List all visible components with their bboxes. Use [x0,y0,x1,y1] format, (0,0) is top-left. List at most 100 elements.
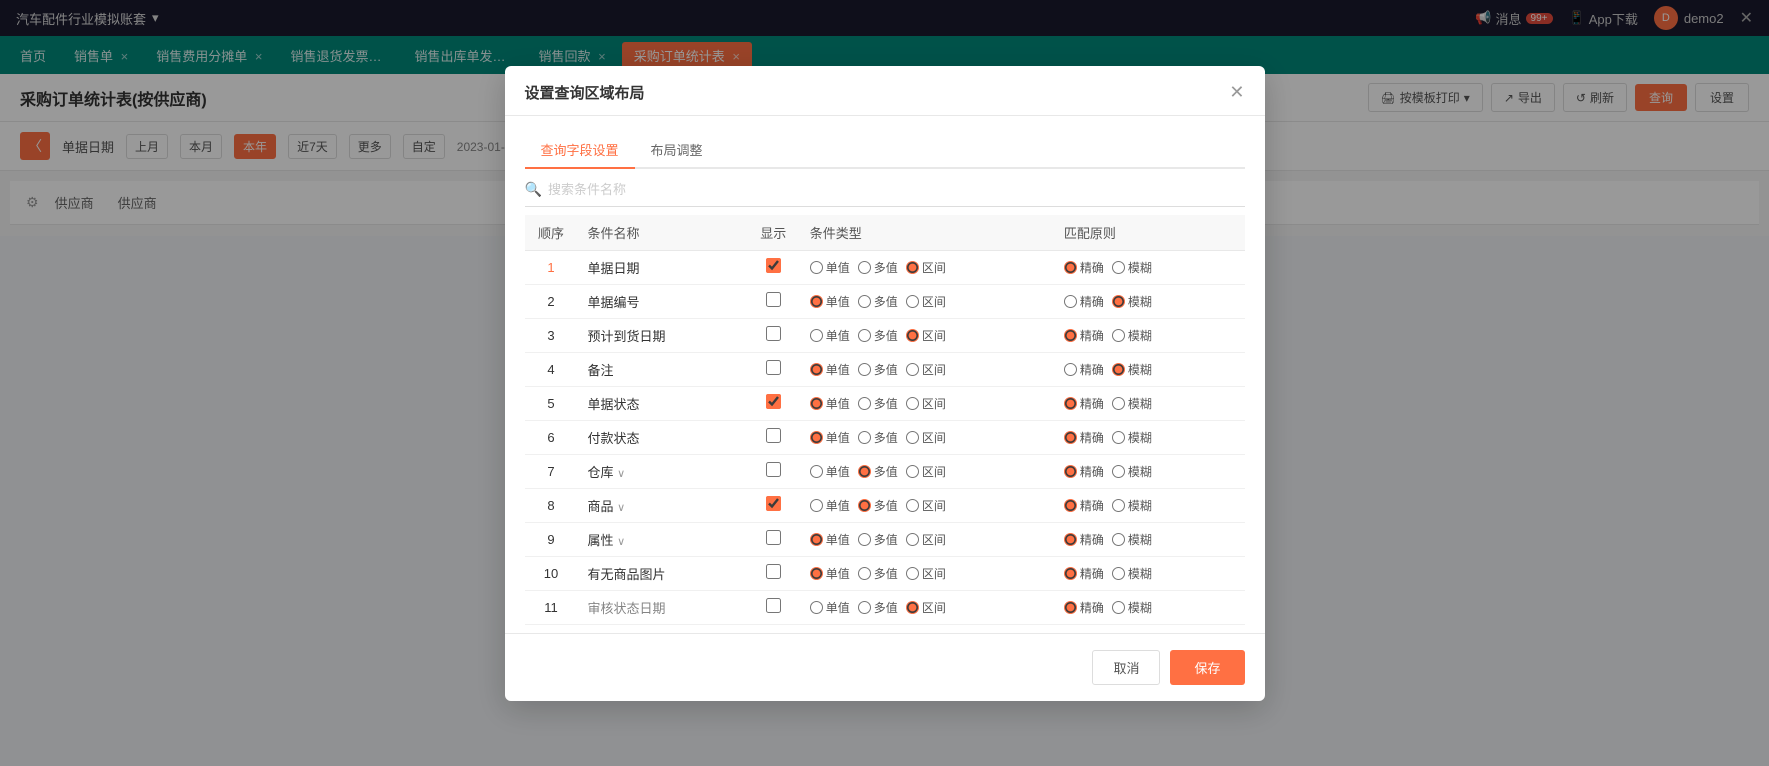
cond-type-multi-radio[interactable] [858,431,871,444]
cond-type-multi-label[interactable]: 多值 [858,327,898,344]
cond-type-range-radio[interactable] [906,295,919,308]
match-fuzzy-radio[interactable] [1112,465,1125,478]
match-fuzzy-label[interactable]: 模糊 [1112,327,1152,344]
cond-type-single-label[interactable]: 单值 [810,259,850,276]
match-exact-radio[interactable] [1064,397,1077,410]
cond-type-single-radio[interactable] [810,261,823,274]
cond-type-multi-radio[interactable] [858,499,871,512]
match-fuzzy-radio[interactable] [1112,261,1125,274]
cond-type-multi-label[interactable]: 多值 [858,361,898,378]
cond-type-range-radio[interactable] [906,465,919,478]
cond-type-multi-radio[interactable] [858,465,871,478]
cond-type-single-label[interactable]: 单值 [810,565,850,582]
display-checkbox[interactable] [766,428,781,443]
cond-type-range-radio[interactable] [906,261,919,274]
cond-type-multi-label[interactable]: 多值 [858,531,898,548]
cond-type-single-radio[interactable] [810,397,823,410]
match-fuzzy-label[interactable]: 模糊 [1112,259,1152,276]
cond-type-single-label[interactable]: 单值 [810,599,850,616]
match-fuzzy-label[interactable]: 模糊 [1112,599,1152,616]
match-exact-radio[interactable] [1064,533,1077,546]
match-fuzzy-label[interactable]: 模糊 [1112,497,1152,514]
cond-type-multi-radio[interactable] [858,533,871,546]
match-fuzzy-label[interactable]: 模糊 [1112,531,1152,548]
match-exact-radio[interactable] [1064,329,1077,342]
match-fuzzy-radio[interactable] [1112,533,1125,546]
cond-type-single-label[interactable]: 单值 [810,463,850,480]
match-exact-radio[interactable] [1064,261,1077,274]
match-exact-radio[interactable] [1064,363,1077,376]
cond-type-single-label[interactable]: 单值 [810,361,850,378]
cond-type-range-label[interactable]: 区间 [906,429,946,446]
match-fuzzy-label[interactable]: 模糊 [1112,361,1152,378]
match-exact-label[interactable]: 精确 [1064,395,1104,412]
display-checkbox[interactable] [766,292,781,307]
cond-type-multi-radio[interactable] [858,397,871,410]
cond-type-single-radio[interactable] [810,295,823,308]
cond-type-single-radio[interactable] [810,465,823,478]
display-checkbox[interactable] [766,530,781,545]
match-exact-radio[interactable] [1064,601,1077,614]
cond-type-multi-radio[interactable] [858,295,871,308]
dialog-close-button[interactable]: ✕ [1229,83,1244,101]
cond-type-range-label[interactable]: 区间 [906,293,946,310]
match-fuzzy-radio[interactable] [1112,397,1125,410]
cond-type-multi-radio[interactable] [858,363,871,376]
cond-type-single-radio[interactable] [810,363,823,376]
cond-type-multi-label[interactable]: 多值 [858,395,898,412]
cond-type-range-radio[interactable] [906,567,919,580]
display-checkbox[interactable] [766,496,781,511]
display-checkbox[interactable] [766,598,781,613]
match-exact-radio[interactable] [1064,499,1077,512]
match-fuzzy-radio[interactable] [1112,295,1125,308]
match-fuzzy-radio[interactable] [1112,431,1125,444]
cond-type-range-radio[interactable] [906,329,919,342]
match-fuzzy-radio[interactable] [1112,567,1125,580]
cond-type-multi-label[interactable]: 多值 [858,497,898,514]
cond-type-single-label[interactable]: 单值 [810,327,850,344]
cond-type-range-radio[interactable] [906,601,919,614]
match-fuzzy-label[interactable]: 模糊 [1112,565,1152,582]
cond-type-range-radio[interactable] [906,431,919,444]
match-exact-label[interactable]: 精确 [1064,327,1104,344]
cond-type-multi-label[interactable]: 多值 [858,429,898,446]
match-exact-radio[interactable] [1064,431,1077,444]
cond-type-single-radio[interactable] [810,533,823,546]
cond-type-single-radio[interactable] [810,601,823,614]
cond-type-multi-radio[interactable] [858,329,871,342]
match-fuzzy-label[interactable]: 模糊 [1112,395,1152,412]
match-exact-radio[interactable] [1064,295,1077,308]
match-exact-label[interactable]: 精确 [1064,259,1104,276]
match-exact-label[interactable]: 精确 [1064,497,1104,514]
cond-type-single-radio[interactable] [810,499,823,512]
match-exact-label[interactable]: 精确 [1064,599,1104,616]
match-exact-radio[interactable] [1064,567,1077,580]
match-exact-label[interactable]: 精确 [1064,429,1104,446]
match-fuzzy-label[interactable]: 模糊 [1112,293,1152,310]
cond-type-range-label[interactable]: 区间 [906,395,946,412]
dialog-tab-query-fields[interactable]: 查询字段设置 [525,132,635,169]
display-checkbox[interactable] [766,360,781,375]
cond-type-range-label[interactable]: 区间 [906,327,946,344]
cond-type-single-radio[interactable] [810,431,823,444]
match-exact-label[interactable]: 精确 [1064,361,1104,378]
match-exact-label[interactable]: 精确 [1064,531,1104,548]
match-fuzzy-radio[interactable] [1112,601,1125,614]
match-exact-label[interactable]: 精确 [1064,463,1104,480]
cond-type-multi-radio[interactable] [858,567,871,580]
cond-type-single-label[interactable]: 单值 [810,293,850,310]
display-checkbox[interactable] [766,394,781,409]
cond-type-single-radio[interactable] [810,567,823,580]
cancel-button[interactable]: 取消 [1092,650,1160,685]
cond-type-range-radio[interactable] [906,533,919,546]
cond-type-range-label[interactable]: 区间 [906,531,946,548]
cond-type-multi-label[interactable]: 多值 [858,293,898,310]
cond-type-range-label[interactable]: 区间 [906,497,946,514]
match-exact-radio[interactable] [1064,465,1077,478]
cond-type-range-radio[interactable] [906,363,919,376]
display-checkbox[interactable] [766,462,781,477]
display-checkbox[interactable] [766,326,781,341]
match-exact-label[interactable]: 精确 [1064,293,1104,310]
match-fuzzy-radio[interactable] [1112,363,1125,376]
cond-type-single-label[interactable]: 单值 [810,395,850,412]
